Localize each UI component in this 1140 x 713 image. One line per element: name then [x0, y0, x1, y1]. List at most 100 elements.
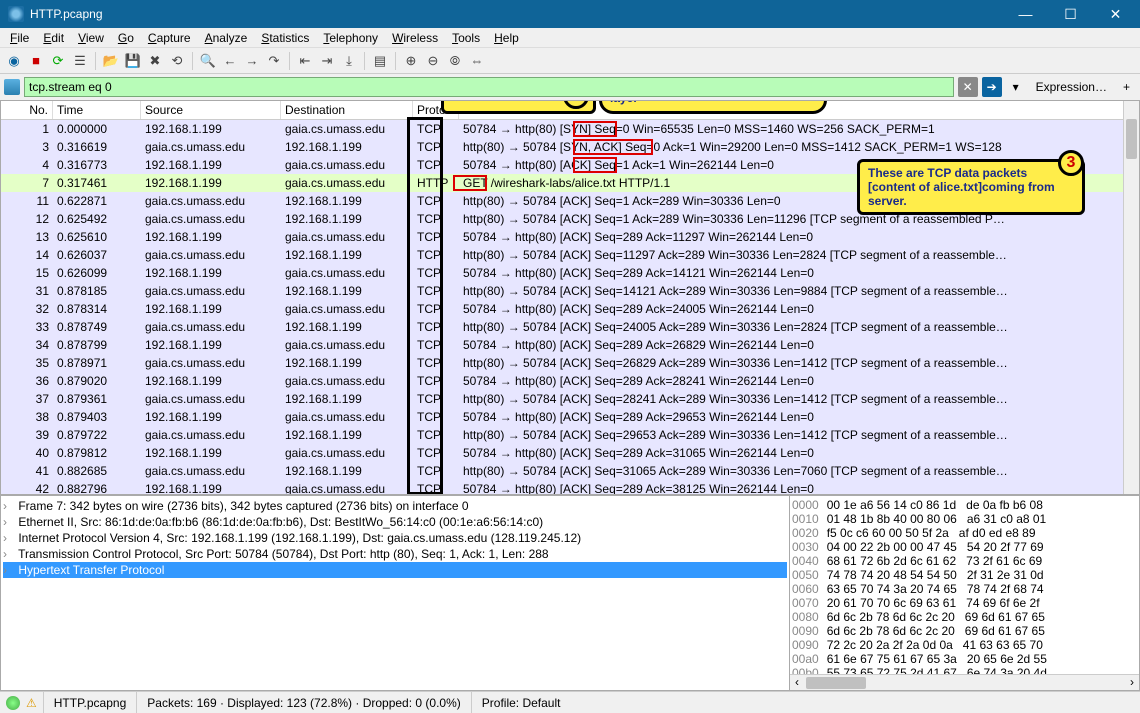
next-icon[interactable]: → [242, 51, 262, 71]
packet-row[interactable]: 130.625610192.168.1.199gaia.cs.umass.edu… [1, 228, 1139, 246]
restart-capture-icon[interactable]: ⟳ [48, 51, 68, 71]
tree-line[interactable]: › Internet Protocol Version 4, Src: 192.… [3, 530, 787, 546]
colorize-icon[interactable]: ▤ [370, 51, 390, 71]
minimize-button[interactable]: — [1003, 0, 1048, 28]
app-icon [8, 6, 24, 22]
packet-row[interactable]: 350.878971gaia.cs.umass.edu192.168.1.199… [1, 354, 1139, 372]
expert-info-icon[interactable] [6, 696, 20, 710]
statusbar: ⚠ HTTP.pcapng Packets: 169 · Displayed: … [0, 691, 1140, 713]
menu-tools[interactable]: Tools [446, 29, 486, 47]
status-packets: Packets: 169 · Displayed: 123 (72.8%) · … [136, 692, 471, 713]
packet-row[interactable]: 400.879812192.168.1.199gaia.cs.umass.edu… [1, 444, 1139, 462]
col-source[interactable]: Source [141, 101, 281, 119]
hex-row[interactable]: 005074 78 74 20 48 54 54 50 2f 31 2e 31 … [792, 568, 1137, 582]
zoom-reset-icon[interactable]: ⦾ [445, 51, 465, 71]
packet-row[interactable]: 380.879403192.168.1.199gaia.cs.umass.edu… [1, 408, 1139, 426]
zoom-out-icon[interactable]: ⊖ [423, 51, 443, 71]
filter-add-button[interactable]: + [1117, 80, 1136, 94]
col-time[interactable]: Time [53, 101, 141, 119]
menu-wireless[interactable]: Wireless [386, 29, 444, 47]
filter-bookmark-icon[interactable] [4, 79, 20, 95]
tree-line[interactable]: › Ethernet II, Src: 86:1d:de:0a:fb:b6 (8… [3, 514, 787, 530]
packet-row[interactable]: 420.882796192.168.1.199gaia.cs.umass.edu… [1, 480, 1139, 494]
maximize-button[interactable]: ☐ [1048, 0, 1093, 28]
packet-row[interactable]: 340.878799192.168.1.199gaia.cs.umass.edu… [1, 336, 1139, 354]
auto-scroll-icon[interactable]: ⤓ [339, 51, 359, 71]
status-file: HTTP.pcapng [43, 692, 137, 713]
packet-row[interactable]: 10.000000192.168.1.199gaia.cs.umass.eduT… [1, 120, 1139, 138]
tree-line[interactable]: › Frame 7: 342 bytes on wire (2736 bits)… [3, 498, 787, 514]
hex-row[interactable]: 003004 00 22 2b 00 00 47 45 54 20 2f 77 … [792, 540, 1137, 554]
annotation-2: HTTP GET Request for alice.txt 2 [441, 100, 596, 114]
window-title: HTTP.pcapng [30, 7, 103, 21]
tree-line[interactable]: › Transmission Control Protocol, Src Por… [3, 546, 787, 562]
details-area: › Frame 7: 342 bytes on wire (2736 bits)… [0, 495, 1140, 691]
start-capture-icon[interactable]: ◉ [4, 51, 24, 71]
hex-row[interactable]: 00a061 6e 67 75 61 67 65 3a 20 65 6e 2d … [792, 652, 1137, 666]
menu-telephony[interactable]: Telephony [317, 29, 384, 47]
annotation-3: These are TCP data packets [content of a… [857, 159, 1085, 215]
menu-statistics[interactable]: Statistics [255, 29, 315, 47]
packet-bytes-pane[interactable]: 000000 1e a6 56 14 c0 86 1d de 0a fb b6 … [789, 496, 1139, 690]
menu-go[interactable]: Go [112, 29, 140, 47]
hex-scrollbar[interactable]: ‹› [790, 674, 1139, 690]
filter-history-icon[interactable]: ▾ [1006, 77, 1026, 97]
menu-edit[interactable]: Edit [37, 29, 70, 47]
hex-row[interactable]: 009072 2c 20 2a 2f 2a 0d 0a 41 63 63 65 … [792, 638, 1137, 652]
resize-cols-icon[interactable]: ⇔ [467, 51, 487, 71]
packet-details-pane[interactable]: › Frame 7: 342 bytes on wire (2736 bits)… [1, 496, 789, 690]
packet-row[interactable]: 370.879361gaia.cs.umass.edu192.168.1.199… [1, 390, 1139, 408]
annotation-1: This is TCP 3-way handshake as HTTP uses… [599, 100, 827, 114]
hex-row[interactable]: 0020f5 0c c6 60 00 50 5f 2a af d0 ed e8 … [792, 526, 1137, 540]
packet-list-pane: No. Time Source Destination Protocol Inf… [0, 100, 1140, 495]
packet-row[interactable]: 150.626099192.168.1.199gaia.cs.umass.edu… [1, 264, 1139, 282]
stop-capture-icon[interactable]: ■ [26, 51, 46, 71]
reload-icon[interactable]: ⟲ [167, 51, 187, 71]
hex-row[interactable]: 00806d 6c 2b 78 6d 6c 2c 20 69 6d 61 67 … [792, 610, 1137, 624]
filter-bar: ✕ ➔ ▾ Expression… + [0, 74, 1140, 100]
close-button[interactable]: ✕ [1093, 0, 1138, 28]
packet-row[interactable]: 330.878749gaia.cs.umass.edu192.168.1.199… [1, 318, 1139, 336]
find-icon[interactable]: 🔍 [198, 51, 218, 71]
open-file-icon[interactable]: 📂 [101, 51, 121, 71]
goto-last-icon[interactable]: ⇥ [317, 51, 337, 71]
packet-row[interactable]: 410.882685gaia.cs.umass.edu192.168.1.199… [1, 462, 1139, 480]
hex-row[interactable]: 00906d 6c 2b 78 6d 6c 2c 20 69 6d 61 67 … [792, 624, 1137, 638]
packet-row[interactable]: 360.879020192.168.1.199gaia.cs.umass.edu… [1, 372, 1139, 390]
save-file-icon[interactable]: 💾 [123, 51, 143, 71]
separator [364, 52, 365, 70]
packet-scrollbar[interactable] [1123, 101, 1139, 494]
hex-row[interactable]: 006063 65 70 74 3a 20 74 65 78 74 2f 68 … [792, 582, 1137, 596]
menu-file[interactable]: File [4, 29, 35, 47]
hex-row[interactable]: 007020 61 70 70 6c 69 63 61 74 69 6f 6e … [792, 596, 1137, 610]
filter-apply-icon[interactable]: ➔ [982, 77, 1002, 97]
menu-analyze[interactable]: Analyze [199, 29, 254, 47]
options-icon[interactable]: ☰ [70, 51, 90, 71]
filter-clear-icon[interactable]: ✕ [958, 77, 978, 97]
hex-row[interactable]: 001001 48 1b 8b 40 00 80 06 a6 31 c0 a8 … [792, 512, 1137, 526]
tree-line[interactable]: › Hypertext Transfer Protocol [3, 562, 787, 578]
expression-button[interactable]: Expression… [1030, 80, 1113, 94]
separator [395, 52, 396, 70]
jump-icon[interactable]: ↷ [264, 51, 284, 71]
col-no[interactable]: No. [1, 101, 53, 119]
goto-first-icon[interactable]: ⇤ [295, 51, 315, 71]
hex-row[interactable]: 000000 1e a6 56 14 c0 86 1d de 0a fb b6 … [792, 498, 1137, 512]
packet-row[interactable]: 320.878314192.168.1.199gaia.cs.umass.edu… [1, 300, 1139, 318]
status-profile[interactable]: Profile: Default [471, 692, 571, 713]
toolbar: ◉ ■ ⟳ ☰ 📂 💾 ✖ ⟲ 🔍 ← → ↷ ⇤ ⇥ ⤓ ▤ ⊕ ⊖ ⦾ ⇔ [0, 48, 1140, 74]
packet-row[interactable]: 310.878185gaia.cs.umass.edu192.168.1.199… [1, 282, 1139, 300]
prev-icon[interactable]: ← [220, 51, 240, 71]
col-destination[interactable]: Destination [281, 101, 413, 119]
close-file-icon[interactable]: ✖ [145, 51, 165, 71]
hex-row[interactable]: 004068 61 72 6b 2d 6c 61 62 73 2f 61 6c … [792, 554, 1137, 568]
menu-capture[interactable]: Capture [142, 29, 197, 47]
packet-row[interactable]: 390.879722gaia.cs.umass.edu192.168.1.199… [1, 426, 1139, 444]
display-filter-input[interactable] [24, 77, 954, 97]
menu-view[interactable]: View [72, 29, 110, 47]
menu-help[interactable]: Help [488, 29, 525, 47]
packet-row[interactable]: 30.316619gaia.cs.umass.edu192.168.1.199T… [1, 138, 1139, 156]
packet-row[interactable]: 140.626037gaia.cs.umass.edu192.168.1.199… [1, 246, 1139, 264]
warning-icon: ⚠ [26, 696, 37, 710]
zoom-in-icon[interactable]: ⊕ [401, 51, 421, 71]
